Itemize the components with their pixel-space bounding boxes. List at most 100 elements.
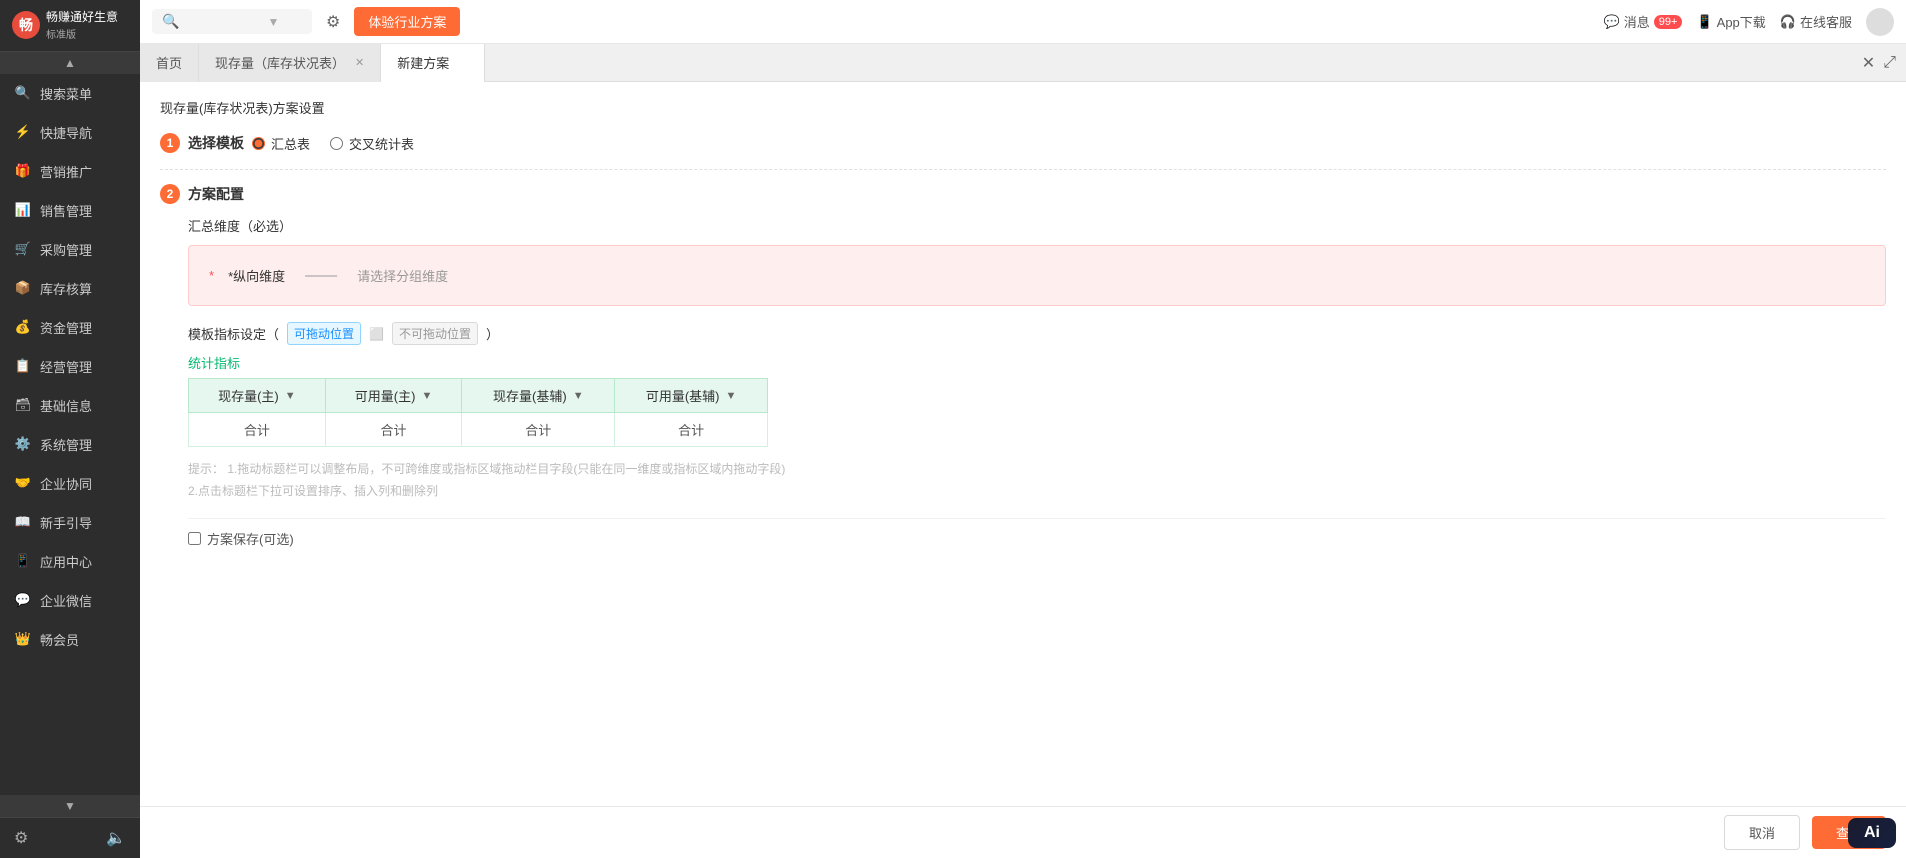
purchase-icon: 🛒 [14, 240, 32, 258]
expand-icon[interactable]: ⤢ [1883, 54, 1896, 72]
topbar-right: 💬 消息 99+ 📱 App下载 🎧 在线客服 [1604, 8, 1894, 36]
col-chevron-3[interactable]: ▼ [725, 390, 736, 402]
col-label-0: 现存量(主) [218, 386, 279, 405]
dimension-row: * *纵向维度 —— 请选择分组维度 [209, 266, 1865, 285]
save-label[interactable]: 方案保存(可选) [207, 529, 294, 548]
sidebar-item-search-menu[interactable]: 🔍 搜索菜单 [0, 74, 140, 113]
sidebar-item-member[interactable]: 👑 畅会员 [0, 620, 140, 659]
sidebar-item-label: 快捷导航 [40, 123, 92, 142]
tip2: 2.点击标题栏下拉可设置排序、插入列和删除列 [188, 481, 1886, 503]
cancel-button[interactable]: 取消 [1724, 815, 1800, 850]
step1-header: 1 选择模板 汇总表 交叉统计表 [160, 133, 1886, 153]
sidebar-item-purchase[interactable]: 🛒 采购管理 [0, 230, 140, 269]
radio-summary-input[interactable] [252, 137, 265, 150]
sidebar-item-finance[interactable]: 💰 资金管理 [0, 308, 140, 347]
indicator-label-sep: ⬜ [369, 327, 384, 341]
app-center-icon: 📱 [14, 552, 32, 570]
col-chevron-1[interactable]: ▼ [421, 390, 432, 402]
tab-inventory-close[interactable]: ✕ [355, 56, 364, 69]
phone-icon: 📱 [1696, 14, 1712, 30]
col-chevron-2[interactable]: ▼ [573, 390, 584, 402]
step1-section: 1 选择模板 汇总表 交叉统计表 [160, 133, 1886, 153]
save-checkbox[interactable] [188, 532, 201, 545]
radio-cross[interactable]: 交叉统计表 [330, 134, 414, 153]
tab-new-close[interactable]: ✕ [459, 56, 468, 69]
sidebar-item-operation[interactable]: 📋 经营管理 [0, 347, 140, 386]
sidebar-item-wechat[interactable]: 💬 企业微信 [0, 581, 140, 620]
step2-header: 2 方案配置 [160, 184, 1886, 204]
step1-title: 选择模板 [188, 133, 244, 153]
sidebar-item-inventory[interactable]: 📦 库存核算 [0, 269, 140, 308]
logo-icon: 畅 [12, 11, 40, 39]
sidebar-item-cooperation[interactable]: 🤝 企业协同 [0, 464, 140, 503]
cooperation-icon: 🤝 [14, 474, 32, 492]
sidebar-item-guide[interactable]: 📖 新手引导 [0, 503, 140, 542]
dimension-box: * *纵向维度 —— 请选择分组维度 [188, 245, 1886, 306]
search-input[interactable] [183, 14, 263, 29]
sidebar-menu: 🔍 搜索菜单 ⚡ 快捷导航 🎁 营销推广 📊 销售管理 🛒 采购管理 📦 库存核… [0, 74, 140, 795]
col-summary-0: 合计 [189, 413, 326, 447]
vertical-placeholder[interactable]: 请选择分组维度 [357, 266, 448, 285]
service-label: 在线客服 [1800, 12, 1852, 31]
guide-icon: 📖 [14, 513, 32, 531]
user-avatar[interactable] [1866, 8, 1894, 36]
arrow-icon: —— [305, 267, 337, 285]
sidebar-item-marketing[interactable]: 🎁 营销推广 [0, 152, 140, 191]
sidebar-scroll-up[interactable]: ▲ [0, 52, 140, 74]
close-icon[interactable]: ✕ [1862, 53, 1875, 73]
operation-icon: 📋 [14, 357, 32, 375]
sidebar-item-label: 企业协同 [40, 474, 92, 493]
content-inner: 现存量(库存状况表)方案设置 1 选择模板 汇总表 交叉统计表 [140, 82, 1906, 806]
tab-inventory-status[interactable]: 现存量（库存状况表） ✕ [199, 44, 381, 82]
col-chevron-0[interactable]: ▼ [285, 390, 296, 402]
sidebar-item-label: 系统管理 [40, 435, 92, 454]
col-header-2[interactable]: 现存量(基辅) ▼ [462, 379, 615, 413]
draggable-badge: 可拖动位置 [287, 322, 361, 345]
sidebar-item-system[interactable]: ⚙️ 系统管理 [0, 425, 140, 464]
indicator-settings: 模板指标设定（ 可拖动位置 ⬜ 不可拖动位置 ） 统计指标 [188, 322, 1886, 447]
ai-badge[interactable]: Ai [1848, 818, 1896, 848]
col-header-0[interactable]: 现存量(主) ▼ [189, 379, 326, 413]
industry-btn[interactable]: 体验行业方案 [354, 7, 460, 36]
step2-section: 2 方案配置 汇总维度（必选） * *纵向维度 —— 请选择分组维度 [160, 184, 1886, 558]
search-icon: 🔍 [162, 13, 179, 30]
radio-cross-input[interactable] [330, 137, 343, 150]
step1-num: 1 [160, 133, 180, 153]
tabs-bar: 首页 现存量（库存状况表） ✕ 新建方案 ✕ ✕ ⤢ [140, 44, 1906, 82]
settings-icon[interactable]: ⚙ [14, 828, 28, 848]
app-download-btn[interactable]: 📱 App下载 [1696, 12, 1765, 31]
sidebar-item-label: 库存核算 [40, 279, 92, 298]
dropdown-icon[interactable]: ▼ [267, 15, 279, 29]
vertical-label: *纵向维度 [228, 266, 285, 285]
audio-icon[interactable]: 🔈 [106, 828, 126, 848]
gear-icon[interactable]: ⚙ [322, 8, 344, 36]
sales-icon: 📊 [14, 201, 32, 219]
radio-summary[interactable]: 汇总表 [252, 134, 310, 153]
system-icon: ⚙️ [14, 435, 32, 453]
col-header-1[interactable]: 可用量(主) ▼ [325, 379, 462, 413]
quick-nav-icon: ⚡ [14, 123, 32, 141]
stats-section: 统计指标 现存量(主) ▼ [188, 353, 1886, 447]
sidebar-item-app-center[interactable]: 📱 应用中心 [0, 542, 140, 581]
tab-new-label: 新建方案 [397, 53, 449, 72]
topbar-search-box: 🔍 ▼ [152, 9, 312, 34]
member-icon: 👑 [14, 630, 32, 648]
topbar: 🔍 ▼ ⚙ 体验行业方案 💬 消息 99+ 📱 App下载 🎧 在线客服 [140, 0, 1906, 44]
online-service-btn[interactable]: 🎧 在线客服 [1780, 12, 1852, 31]
tab-right-icons: ✕ ⤢ [1862, 53, 1906, 73]
sidebar-scroll-down[interactable]: ▼ [0, 795, 140, 817]
message-btn[interactable]: 💬 消息 99+ [1604, 12, 1683, 31]
tab-new-scheme[interactable]: 新建方案 ✕ [381, 44, 485, 82]
agg-dimension-label: 汇总维度（必选） [188, 216, 1886, 235]
required-asterisk: * [209, 268, 214, 283]
col-header-3[interactable]: 可用量(基辅) ▼ [615, 379, 768, 413]
tab-home[interactable]: 首页 [140, 44, 199, 82]
non-draggable-badge: 不可拖动位置 [392, 322, 478, 345]
sidebar-item-quick-nav[interactable]: ⚡ 快捷导航 [0, 113, 140, 152]
sidebar-item-sales[interactable]: 📊 销售管理 [0, 191, 140, 230]
app-label: App下载 [1717, 12, 1766, 31]
app-badge: 标准版 [46, 26, 118, 41]
indicator-label: 模板指标设定（ 可拖动位置 ⬜ 不可拖动位置 ） [188, 322, 1886, 345]
sidebar-item-basic[interactable]: 🗃 基础信息 [0, 386, 140, 425]
app-name: 畅赚通好生意 [46, 10, 118, 26]
